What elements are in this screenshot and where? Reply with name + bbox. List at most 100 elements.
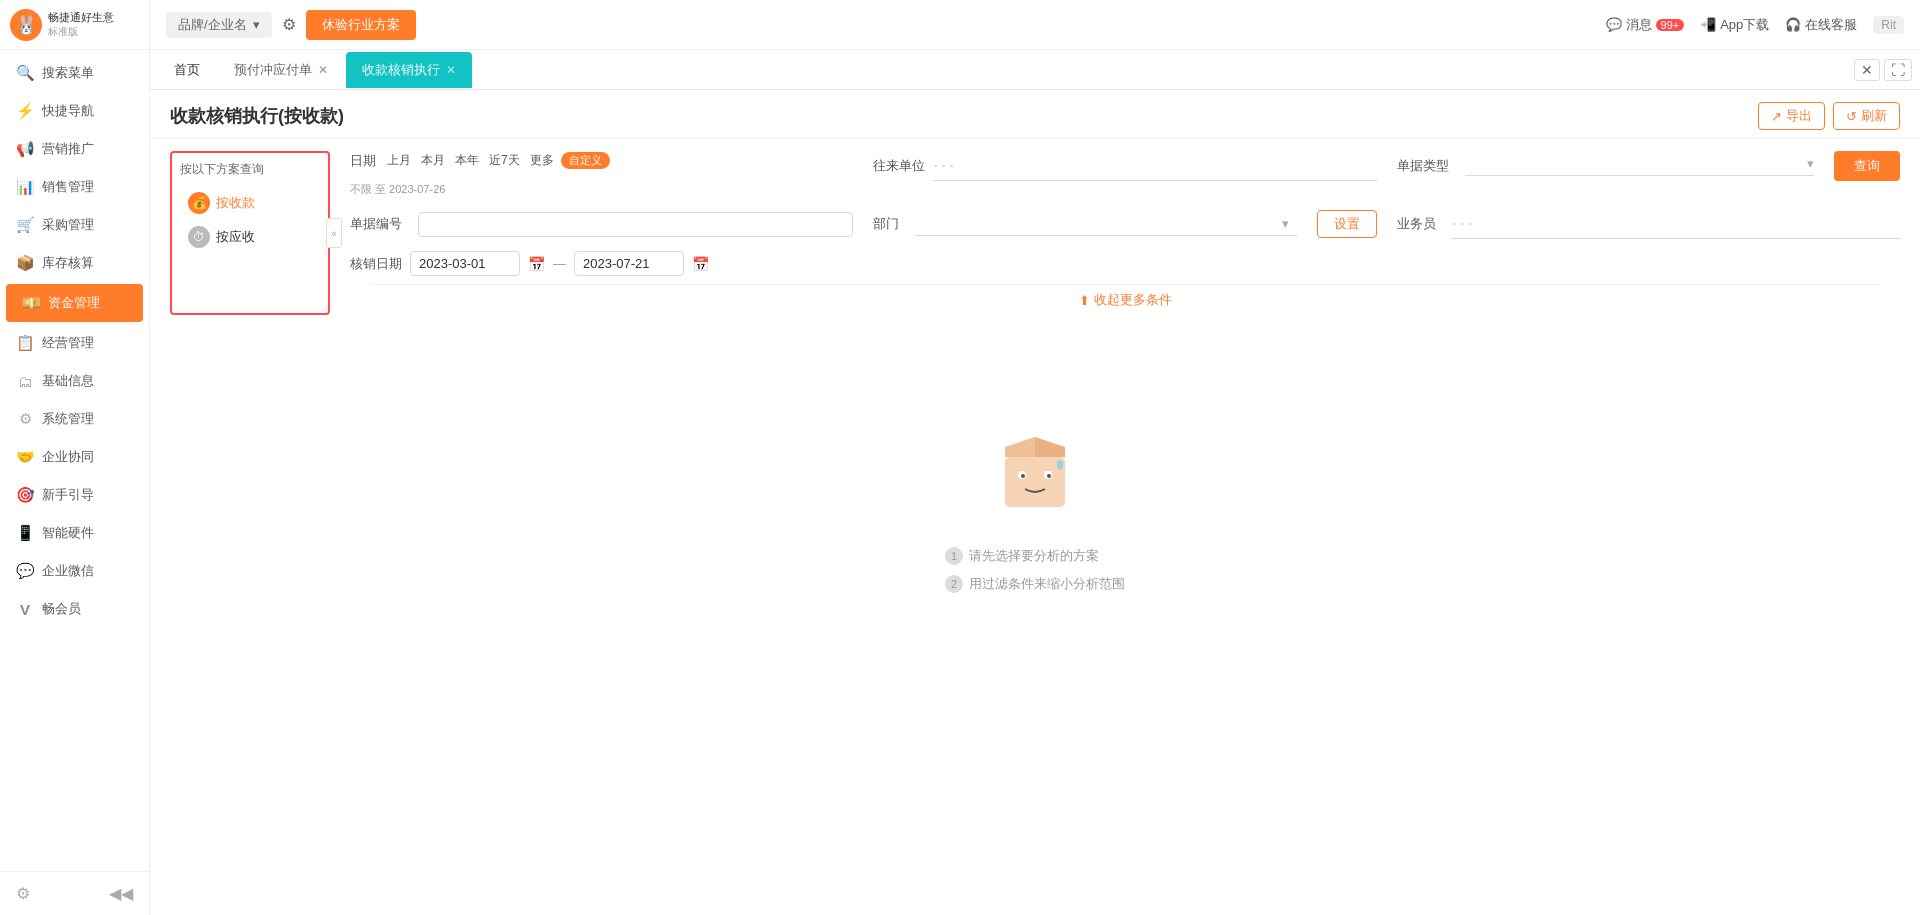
user-avatar[interactable]: Rit — [1873, 16, 1904, 34]
verify-date-end-input[interactable]: 2023-07-21 — [574, 251, 684, 276]
tip-2-text: 用过滤条件来缩小分析范围 — [969, 575, 1125, 593]
counterpart-input[interactable] — [933, 151, 1376, 181]
collapse-filter-sidebar-button[interactable]: « — [326, 218, 342, 248]
sidebar-nav: 🔍 搜索菜单 ⚡ 快捷导航 📢 营销推广 📊 销售管理 🛒 采购管理 📦 库存核… — [0, 50, 149, 871]
collapse-sidebar-icon[interactable]: ◀◀ — [101, 880, 141, 907]
sidebar-item-wechat[interactable]: 💬 企业微信 — [0, 552, 149, 590]
tip-2-number: 2 — [945, 575, 963, 593]
sidebar-item-guide[interactable]: 🎯 新手引导 — [0, 476, 149, 514]
verify-date-start-input[interactable]: 2023-03-01 — [410, 251, 520, 276]
query-button[interactable]: 查询 — [1834, 151, 1900, 181]
brand-selector[interactable]: 品牌/企业名 — [166, 12, 272, 38]
page-title: 收款核销执行(按收款) — [170, 104, 344, 128]
shortcut-this-month[interactable]: 本月 — [418, 151, 448, 170]
sidebar-item-finance[interactable]: 💴 资金管理 — [6, 284, 143, 322]
verify-date-label: 核销日期 — [350, 255, 402, 273]
sidebar-item-label: 系统管理 — [42, 410, 94, 428]
shortcut-7days[interactable]: 近7天 — [486, 151, 523, 170]
export-button[interactable]: ↗ 导出 — [1758, 102, 1825, 130]
tab-prepay-close-icon[interactable]: ✕ — [318, 63, 328, 77]
tab-receipt-verify-close-icon[interactable]: ✕ — [446, 63, 456, 77]
salesperson-input[interactable] — [1452, 209, 1900, 239]
sidebar-item-vip[interactable]: V 畅会员 — [0, 590, 149, 628]
verify-date-start-calendar-icon[interactable]: 📅 — [528, 256, 545, 272]
quick-nav-icon: ⚡ — [16, 102, 34, 120]
app-download-button[interactable]: 📲 App下载 — [1700, 16, 1769, 34]
shortcut-this-year[interactable]: 本年 — [452, 151, 482, 170]
sidebar-item-search-menu[interactable]: 🔍 搜索菜单 — [0, 54, 149, 92]
filter-form-wrapper: 日期 上月 本月 本年 近7天 更多 自定义 不限 至 2 — [350, 151, 1900, 315]
logo-icon: 🐰 — [10, 9, 42, 41]
expand-tab-button[interactable]: ⛶ — [1884, 59, 1912, 81]
refresh-icon: ↺ — [1846, 109, 1857, 124]
tip-1-number: 1 — [945, 547, 963, 565]
sidebar-item-label: 搜索菜单 — [42, 64, 94, 82]
shortcut-custom[interactable]: 自定义 — [561, 152, 610, 169]
filter-option-by-receipt[interactable]: 💰 按收款 — [180, 186, 320, 220]
tab-prepay[interactable]: 预付冲应付单 ✕ — [218, 52, 344, 88]
settings-button[interactable]: 设置 — [1317, 210, 1377, 238]
svg-point-7 — [1057, 460, 1063, 470]
sidebar-item-marketing[interactable]: 📢 营销推广 — [0, 130, 149, 168]
header-right: 💬 消息 99+ 📲 App下载 🎧 在线客服 Rit — [1606, 16, 1904, 34]
by-receivable-icon: ⏱ — [188, 226, 210, 248]
sidebar-item-sales[interactable]: 📊 销售管理 — [0, 168, 149, 206]
svg-point-5 — [1021, 474, 1025, 478]
filter-option-by-receivable[interactable]: ⏱ 按应收 — [180, 220, 320, 254]
brand-dropdown-icon — [253, 17, 260, 32]
system-icon: ⚙ — [16, 410, 34, 428]
sidebar-item-label: 采购管理 — [42, 216, 94, 234]
brand-name: 品牌/企业名 — [178, 16, 247, 34]
tab-home[interactable]: 首页 — [158, 52, 216, 88]
date-range-separator: — — [553, 256, 566, 271]
sidebar-item-quick-nav[interactable]: ⚡ 快捷导航 — [0, 92, 149, 130]
settings-icon[interactable]: ⚙ — [8, 880, 38, 907]
sidebar-item-label: 快捷导航 — [42, 102, 94, 120]
empty-tip-1: 1 请先选择要分析的方案 — [945, 547, 1125, 565]
sales-icon: 📊 — [16, 178, 34, 196]
app-logo: 🐰 畅捷通好生意 标准版 — [0, 0, 149, 50]
header-left: 品牌/企业名 ⚙ 休验行业方案 — [166, 10, 416, 40]
close-tab-button[interactable]: ✕ — [1854, 59, 1880, 81]
message-button[interactable]: 💬 消息 99+ — [1606, 16, 1685, 34]
filter-counterpart-field: 往来单位 — [873, 151, 1376, 181]
message-label: 消息 — [1626, 16, 1652, 34]
tab-bar: 首页 预付冲应付单 ✕ 收款核销执行 ✕ ✕ ⛶ — [150, 50, 1920, 90]
doc-type-label: 单据类型 — [1397, 157, 1449, 175]
sidebar-item-hardware[interactable]: 📱 智能硬件 — [0, 514, 149, 552]
header-gear-icon[interactable]: ⚙ — [282, 15, 296, 34]
inventory-icon: 📦 — [16, 254, 34, 272]
sidebar-item-system[interactable]: ⚙ 系统管理 — [0, 400, 149, 438]
shortcut-last-month[interactable]: 上月 — [384, 151, 414, 170]
sidebar-item-cooperation[interactable]: 🤝 企业协同 — [0, 438, 149, 476]
collapse-more-label: 收起更多条件 — [1094, 291, 1172, 309]
doc-number-input[interactable] — [418, 212, 853, 237]
counterpart-label: 往来单位 — [873, 157, 925, 175]
filter-doc-number-field: 单据编号 — [350, 212, 853, 237]
collapse-more-icon: ⬆ — [1079, 293, 1090, 308]
sidebar-item-operations[interactable]: 📋 经营管理 — [0, 324, 149, 362]
online-service-button[interactable]: 🎧 在线客服 — [1785, 16, 1857, 34]
app-download-icon: 📲 — [1700, 17, 1716, 32]
industry-solution-button[interactable]: 休验行业方案 — [306, 10, 416, 40]
tip-1-text: 请先选择要分析的方案 — [969, 547, 1099, 565]
by-receipt-label: 按收款 — [216, 194, 255, 212]
sidebar-item-label: 基础信息 — [42, 372, 94, 390]
svg-point-6 — [1047, 474, 1051, 478]
sidebar-item-base-info[interactable]: 🗂 基础信息 — [0, 362, 149, 400]
refresh-button[interactable]: ↺ 刷新 — [1833, 102, 1900, 130]
sidebar-item-purchase[interactable]: 🛒 采购管理 — [0, 206, 149, 244]
service-icon: 🎧 — [1785, 17, 1801, 32]
marketing-icon: 📢 — [16, 140, 34, 158]
shortcut-more[interactable]: 更多 — [527, 151, 557, 170]
date-shortcuts: 上月 本月 本年 近7天 更多 自定义 — [384, 151, 610, 170]
verify-date-end-calendar-icon[interactable]: 📅 — [692, 256, 709, 272]
guide-icon: 🎯 — [16, 486, 34, 504]
tab-receipt-verify[interactable]: 收款核销执行 ✕ — [346, 52, 472, 88]
sidebar-item-inventory[interactable]: 📦 库存核算 — [0, 244, 149, 282]
collapse-more-button[interactable]: ⬆ 收起更多条件 — [370, 284, 1880, 315]
app-download-label: App下载 — [1720, 16, 1769, 34]
filter-date-field: 日期 上月 本月 本年 近7天 更多 自定义 不限 至 2 — [350, 151, 853, 197]
sidebar-item-label: 经营管理 — [42, 334, 94, 352]
dept-dropdown-icon: ▾ — [1282, 216, 1289, 231]
